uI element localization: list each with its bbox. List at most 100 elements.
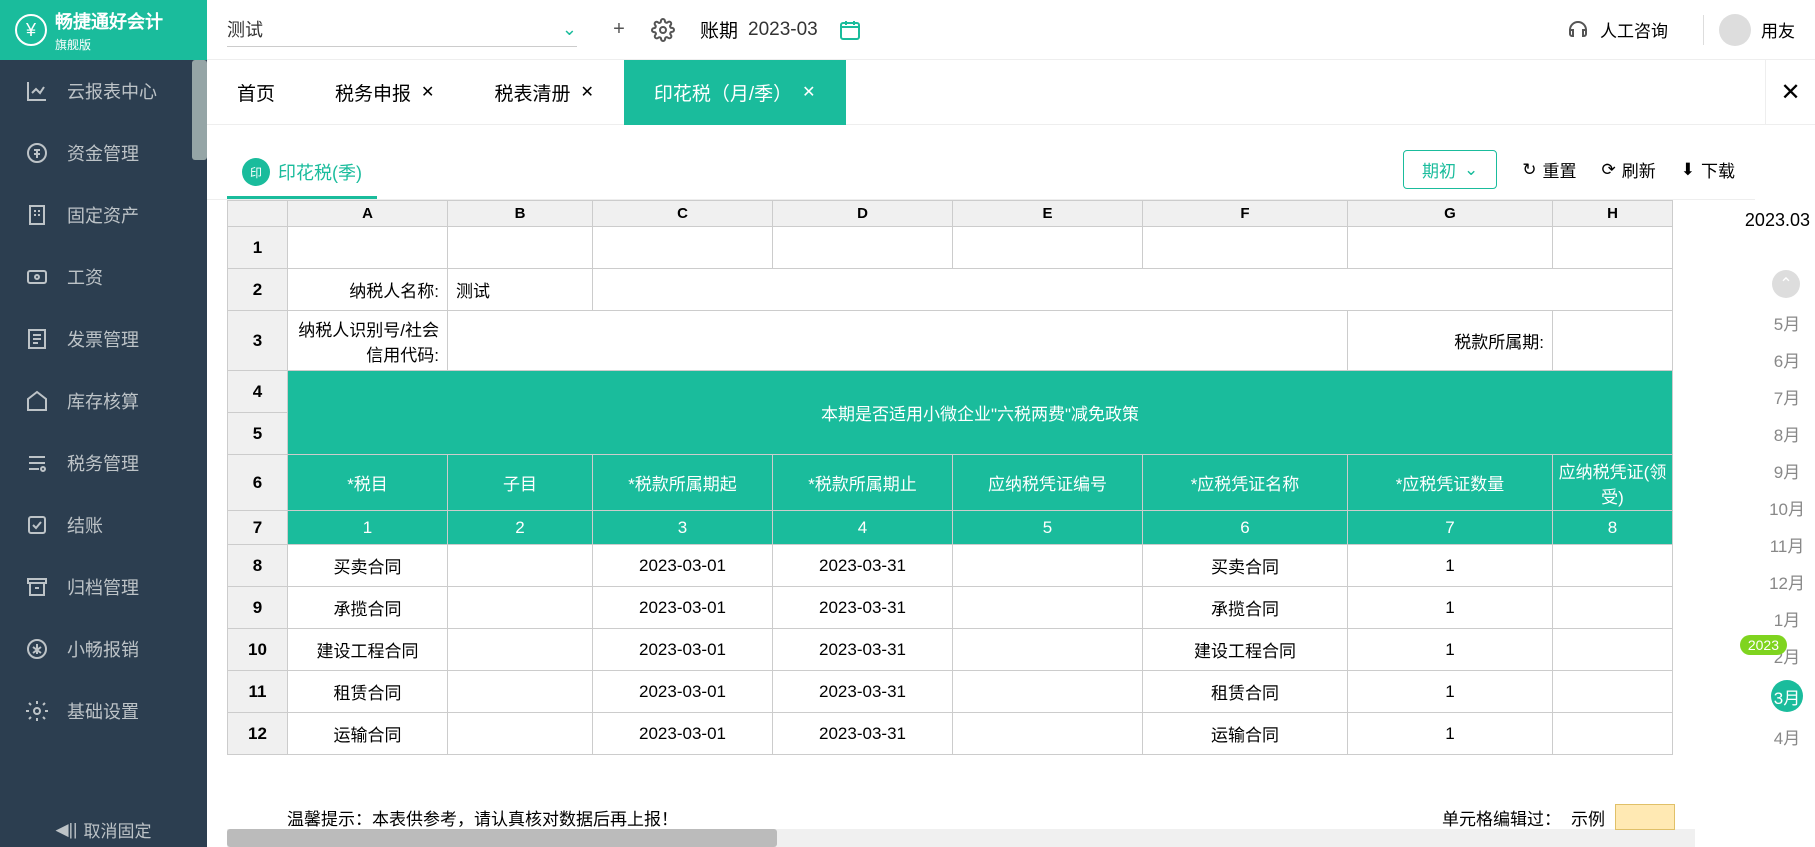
- tip-text: 温馨提示：本表供参考，请认真核对数据后再上报！: [287, 805, 678, 830]
- calendar-button[interactable]: [838, 18, 862, 42]
- salary-icon: [25, 265, 49, 289]
- chevron-down-icon: ⌄: [562, 19, 577, 40]
- sidebar-item-invoice[interactable]: 发票管理: [0, 308, 207, 370]
- row-header[interactable]: 9: [228, 587, 288, 629]
- month-9月[interactable]: 9月: [1774, 458, 1800, 483]
- content: 印 印花税(季) 期初⌄ ↻重置 ⟳刷新 ⬇下载 ABCDEFGH12纳税人名称…: [207, 125, 1755, 847]
- house-icon: [25, 389, 49, 413]
- col-header[interactable]: E: [953, 201, 1143, 227]
- row-header[interactable]: 4: [228, 371, 288, 413]
- tab-list[interactable]: 税表清册✕: [464, 60, 623, 125]
- edited-label: 单元格编辑过：: [1442, 805, 1561, 830]
- month-12月[interactable]: 12月: [1769, 569, 1805, 594]
- archive-icon: [25, 575, 49, 599]
- close-all-button[interactable]: ✕: [1765, 60, 1815, 125]
- refresh-button[interactable]: ⟳刷新: [1602, 157, 1656, 182]
- row-header[interactable]: 12: [228, 713, 288, 755]
- brand-name: 畅捷通好会计: [55, 12, 163, 32]
- gear-icon: [25, 699, 49, 723]
- sidebar-scrollbar[interactable]: [192, 60, 207, 160]
- reset-icon: ↻: [1522, 160, 1536, 180]
- building-icon: [25, 203, 49, 227]
- logo: ¥ 畅捷通好会计 旗舰版: [0, 0, 207, 60]
- period-label: 账期: [700, 16, 738, 43]
- chart-icon: [25, 79, 49, 103]
- row-header[interactable]: 2: [228, 269, 288, 311]
- label-icon: 印: [242, 158, 270, 186]
- consult-button[interactable]: 人工咨询: [1556, 17, 1668, 42]
- spreadsheet[interactable]: ABCDEFGH12纳税人名称:测试3纳税人识别号/社会信用代码:税款所属期:4…: [227, 200, 1745, 787]
- col-header[interactable]: C: [593, 201, 773, 227]
- close-icon[interactable]: ✕: [802, 82, 815, 102]
- close-icon[interactable]: ✕: [580, 82, 593, 102]
- brand-edition: 旗舰版: [55, 36, 163, 53]
- tab-stamp-tax[interactable]: 印花税（月/季）✕: [624, 60, 846, 125]
- row-header[interactable]: 11: [228, 671, 288, 713]
- month-3月[interactable]: 3月: [1771, 680, 1803, 712]
- company-selector[interactable]: 测试 ⌄: [227, 12, 577, 47]
- month-6月[interactable]: 6月: [1774, 347, 1800, 372]
- sidebar-item-expense[interactable]: 小畅报销: [0, 618, 207, 680]
- sidebar-item-settings[interactable]: 基础设置: [0, 680, 207, 742]
- tab-declaration[interactable]: 税务申报✕: [305, 60, 464, 125]
- money-icon: [25, 141, 49, 165]
- col-header[interactable]: H: [1553, 201, 1673, 227]
- col-header[interactable]: B: [448, 201, 593, 227]
- row-header[interactable]: 3: [228, 311, 288, 371]
- row-header[interactable]: 6: [228, 455, 288, 511]
- sidebar-item-archive[interactable]: 归档管理: [0, 556, 207, 618]
- row-header[interactable]: 1: [228, 227, 288, 269]
- month-8月[interactable]: 8月: [1774, 421, 1800, 446]
- year-badge: 2023: [1740, 635, 1787, 655]
- invoice-icon: [25, 327, 49, 351]
- row-header[interactable]: 8: [228, 545, 288, 587]
- chevron-down-icon: ⌄: [1464, 160, 1478, 180]
- close-icon[interactable]: ✕: [421, 82, 434, 102]
- sidebar: ¥ 畅捷通好会计 旗舰版 云报表中心 资金管理 固定资产 工资 发票管理 库存核…: [0, 0, 207, 847]
- col-header[interactable]: F: [1143, 201, 1348, 227]
- expense-icon: [25, 637, 49, 661]
- col-header[interactable]: A: [288, 201, 448, 227]
- sub-tab-bar: 印 印花税(季) 期初⌄ ↻重置 ⟳刷新 ⬇下载: [207, 125, 1755, 200]
- scroll-up-button[interactable]: ⌃: [1772, 270, 1800, 298]
- sidebar-item-funds[interactable]: 资金管理: [0, 122, 207, 184]
- month-1月[interactable]: 1月: [1774, 606, 1800, 631]
- month-5月[interactable]: 5月: [1774, 310, 1800, 335]
- rail-current-period: 2023.03: [1745, 210, 1810, 231]
- cloud-icon: ¥: [15, 14, 47, 46]
- tax-icon: [25, 451, 49, 475]
- download-button[interactable]: ⬇下载: [1681, 157, 1735, 182]
- row-header[interactable]: 5: [228, 413, 288, 455]
- unpin-button[interactable]: ◀||取消固定: [0, 812, 207, 847]
- month-10月[interactable]: 10月: [1769, 495, 1805, 520]
- avatar[interactable]: [1719, 14, 1751, 46]
- add-button[interactable]: +: [607, 18, 631, 42]
- sidebar-item-inventory[interactable]: 库存核算: [0, 370, 207, 432]
- col-header[interactable]: D: [773, 201, 953, 227]
- corner-cell[interactable]: [228, 201, 288, 227]
- sidebar-item-tax[interactable]: 税务管理: [0, 432, 207, 494]
- pin-icon: ◀||: [56, 820, 78, 840]
- sidebar-item-assets[interactable]: 固定资产: [0, 184, 207, 246]
- sidebar-item-salary[interactable]: 工资: [0, 246, 207, 308]
- sidebar-item-reports[interactable]: 云报表中心: [0, 60, 207, 122]
- tab-home[interactable]: 首页: [207, 60, 305, 125]
- period-value: 2023-03: [748, 19, 818, 41]
- month-7月[interactable]: 7月: [1774, 384, 1800, 409]
- period-begin-button[interactable]: 期初⌄: [1403, 150, 1497, 189]
- sidebar-item-close[interactable]: 结账: [0, 494, 207, 556]
- reset-button[interactable]: ↻重置: [1522, 157, 1576, 182]
- tab-bar: 首页 税务申报✕ 税表清册✕ 印花税（月/季）✕ ✕: [207, 60, 1815, 125]
- header: 测试 ⌄ + 账期 2023-03 人工咨询 用友: [207, 0, 1815, 60]
- download-icon: ⬇: [1681, 160, 1695, 180]
- col-header[interactable]: G: [1348, 201, 1553, 227]
- row-header[interactable]: 7: [228, 511, 288, 545]
- sample-label: 示例: [1571, 805, 1605, 830]
- month-11月[interactable]: 11月: [1770, 532, 1805, 557]
- month-4月[interactable]: 4月: [1774, 724, 1800, 749]
- sub-tab-stamp-quarter[interactable]: 印 印花税(季): [227, 148, 377, 199]
- row-header[interactable]: 10: [228, 629, 288, 671]
- sidebar-nav: 云报表中心 资金管理 固定资产 工资 发票管理 库存核算 税务管理 结账 归档管…: [0, 60, 207, 812]
- settings-button[interactable]: [651, 18, 675, 42]
- checkout-icon: [25, 513, 49, 537]
